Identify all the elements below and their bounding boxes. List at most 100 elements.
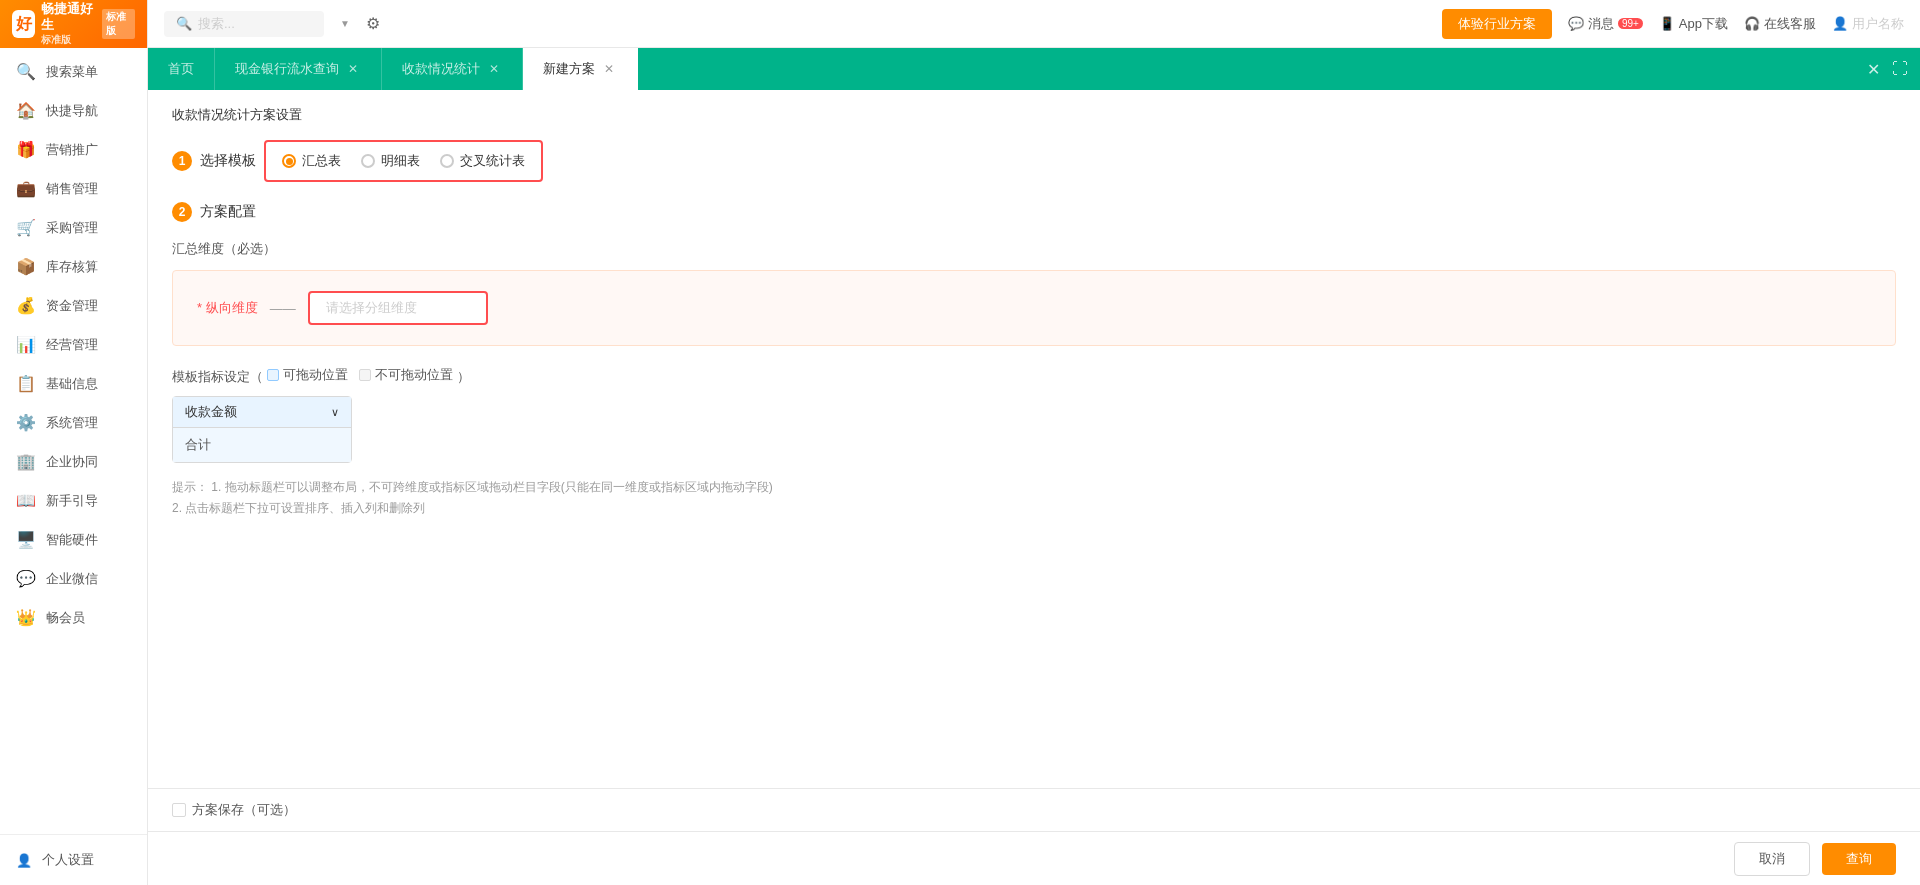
sidebar-item-basic-info[interactable]: 📋 基础信息 [0, 364, 147, 403]
online-support-action[interactable]: 🎧 在线客服 [1744, 15, 1816, 33]
dimension-select[interactable]: 请选择分组维度 [308, 291, 488, 325]
sidebar-item-label: 库存核算 [46, 258, 98, 276]
content-area: 收款情况统计方案设置 1 选择模板 汇总表 [148, 90, 1920, 831]
tab-bank-flow-close[interactable]: ✕ [345, 61, 361, 77]
page-content: 收款情况统计方案设置 1 选择模板 汇总表 [148, 90, 1920, 788]
tab-collection-stats-close[interactable]: ✕ [486, 61, 502, 77]
sidebar-item-finance[interactable]: 💰 资金管理 [0, 286, 147, 325]
industry-plan-button[interactable]: 体验行业方案 [1442, 9, 1552, 39]
sidebar-item-search-menu[interactable]: 🔍 搜索菜单 [0, 52, 147, 91]
header-search[interactable]: 🔍 搜索... [164, 11, 324, 37]
message-label: 消息 [1588, 15, 1614, 33]
indicator-row-label: 合计 [185, 437, 211, 452]
user-name-label: 用户名称 [1852, 15, 1904, 33]
message-icon: 💬 [1568, 16, 1584, 31]
radio-summary[interactable]: 汇总表 [282, 152, 341, 170]
section1-number: 1 [172, 151, 192, 171]
sidebar-item-label: 企业协同 [46, 453, 98, 471]
radio-cross[interactable]: 交叉统计表 [440, 152, 525, 170]
crown-icon: 👑 [16, 608, 36, 627]
draggable-label: 可拖动位置 [283, 366, 348, 384]
briefcase-icon: 💼 [16, 179, 36, 198]
sidebar-item-smart-hardware[interactable]: 🖥️ 智能硬件 [0, 520, 147, 559]
tip-item-2: 2. 点击标题栏下拉可设置排序、插入列和删除列 [172, 500, 1896, 517]
sidebar-item-vip-member[interactable]: 👑 畅会员 [0, 598, 147, 637]
online-support-label: 在线客服 [1764, 15, 1816, 33]
sidebar-item-enterprise-wechat[interactable]: 💬 企业微信 [0, 559, 147, 598]
sidebar-item-quick-nav[interactable]: 🏠 快捷导航 [0, 91, 147, 130]
radio-detail-label: 明细表 [381, 152, 420, 170]
header-search-icon: 🔍 [176, 16, 192, 31]
support-icon: 🎧 [1744, 16, 1760, 31]
message-action[interactable]: 💬 消息 99+ [1568, 15, 1643, 33]
search-menu-icon: 🔍 [16, 62, 36, 81]
radio-summary-label: 汇总表 [302, 152, 341, 170]
sidebar-item-purchase[interactable]: 🛒 采购管理 [0, 208, 147, 247]
indicator-table: 收款金额 ∨ 合计 [172, 396, 352, 463]
chart-icon: 📊 [16, 335, 36, 354]
section1-header: 1 选择模板 汇总表 明细表 [172, 140, 1896, 182]
user-icon: 👤 [1832, 16, 1848, 31]
tips-section: 提示： 1. 拖动标题栏可以调整布局，不可跨维度或指标区域拖动栏目字段(只能在同… [172, 479, 1896, 517]
save-checkbox[interactable] [172, 803, 186, 817]
vertical-dimension-label: * 纵向维度 [197, 299, 258, 317]
section2-number: 2 [172, 202, 192, 222]
sidebar-item-operations[interactable]: 📊 经营管理 [0, 325, 147, 364]
section-config: 2 方案配置 汇总维度（必选） * 纵向维度 —— 请选择分组维度 [172, 202, 1896, 525]
template-options-box: 汇总表 明细表 交叉统计表 [264, 140, 543, 182]
tab-home[interactable]: 首页 [148, 48, 215, 90]
user-info[interactable]: 👤 用户名称 [1832, 15, 1904, 33]
page-footer: 方案保存（可选） [148, 788, 1920, 831]
tab-new-plan[interactable]: 新建方案 ✕ [523, 48, 638, 90]
app-download-action[interactable]: 📱 App下载 [1659, 15, 1728, 33]
sidebar-item-label: 畅会员 [46, 609, 85, 627]
app-download-label: App下载 [1679, 15, 1728, 33]
home-icon: 🏠 [16, 101, 36, 120]
sidebar-item-newbie-guide[interactable]: 📖 新手引导 [0, 481, 147, 520]
header-gear-icon[interactable]: ⚙ [366, 14, 380, 33]
section1-title: 选择模板 [200, 152, 256, 170]
tab-collection-stats[interactable]: 收款情况统计 ✕ [382, 48, 523, 90]
message-badge: 99+ [1618, 18, 1643, 29]
tip-text-2: 2. 点击标题栏下拉可设置排序、插入列和删除列 [172, 501, 425, 515]
header-dropdown-arrow[interactable]: ▼ [340, 18, 350, 29]
save-option[interactable]: 方案保存（可选） [172, 801, 296, 819]
sidebar-footer-item[interactable]: 👤 个人设置 [0, 843, 147, 877]
radio-cross-label: 交叉统计表 [460, 152, 525, 170]
tab-new-plan-close[interactable]: ✕ [601, 61, 617, 77]
sidebar-item-label: 经营管理 [46, 336, 98, 354]
sidebar-item-enterprise-collab[interactable]: 🏢 企业协同 [0, 442, 147, 481]
indicator-table-header[interactable]: 收款金额 ∨ [173, 397, 351, 428]
radio-detail[interactable]: 明细表 [361, 152, 420, 170]
sidebar-item-label: 基础信息 [46, 375, 98, 393]
money-icon: 💰 [16, 296, 36, 315]
query-button[interactable]: 查询 [1822, 843, 1896, 875]
sidebar-item-label: 采购管理 [46, 219, 98, 237]
tab-bank-flow[interactable]: 现金银行流水查询 ✕ [215, 48, 382, 90]
app-icon: 📱 [1659, 16, 1675, 31]
sidebar-footer-label: 个人设置 [42, 851, 94, 869]
radio-cross-dot [440, 154, 454, 168]
sidebar-item-sales[interactable]: 💼 销售管理 [0, 169, 147, 208]
sidebar: 好 畅捷通好生 标准版 标准版 🔍 搜索菜单 🏠 快捷导航 🎁 营销推广 💼 销… [0, 0, 148, 885]
radio-group: 汇总表 明细表 交叉统计表 [282, 152, 525, 170]
sidebar-item-system[interactable]: ⚙️ 系统管理 [0, 403, 147, 442]
sidebar-footer: 👤 个人设置 [0, 834, 147, 885]
draggable-indicator [267, 369, 279, 381]
indicator-settings: 模板指标设定（ 可拖动位置 不可拖动位置 ） [172, 366, 1896, 463]
sidebar-item-label: 资金管理 [46, 297, 98, 315]
save-option-label: 方案保存（可选） [192, 801, 296, 819]
tab-maximize-icon[interactable]: ⛶ [1892, 60, 1908, 78]
indicator-label-text: 模板指标设定（ [172, 369, 263, 384]
section-template: 1 选择模板 汇总表 明细表 [172, 140, 1896, 182]
chevron-down-icon[interactable]: ∨ [331, 406, 339, 419]
sidebar-item-inventory[interactable]: 📦 库存核算 [0, 247, 147, 286]
sidebar-item-marketing[interactable]: 🎁 营销推广 [0, 130, 147, 169]
page-title: 收款情况统计方案设置 [172, 106, 1896, 124]
cancel-button[interactable]: 取消 [1734, 842, 1810, 876]
box-icon: 📦 [16, 257, 36, 276]
cart-icon: 🛒 [16, 218, 36, 237]
section2-header: 2 方案配置 [172, 202, 1896, 222]
bottom-bar: 取消 查询 [148, 831, 1920, 885]
tab-close-window-icon[interactable]: ✕ [1867, 60, 1880, 79]
